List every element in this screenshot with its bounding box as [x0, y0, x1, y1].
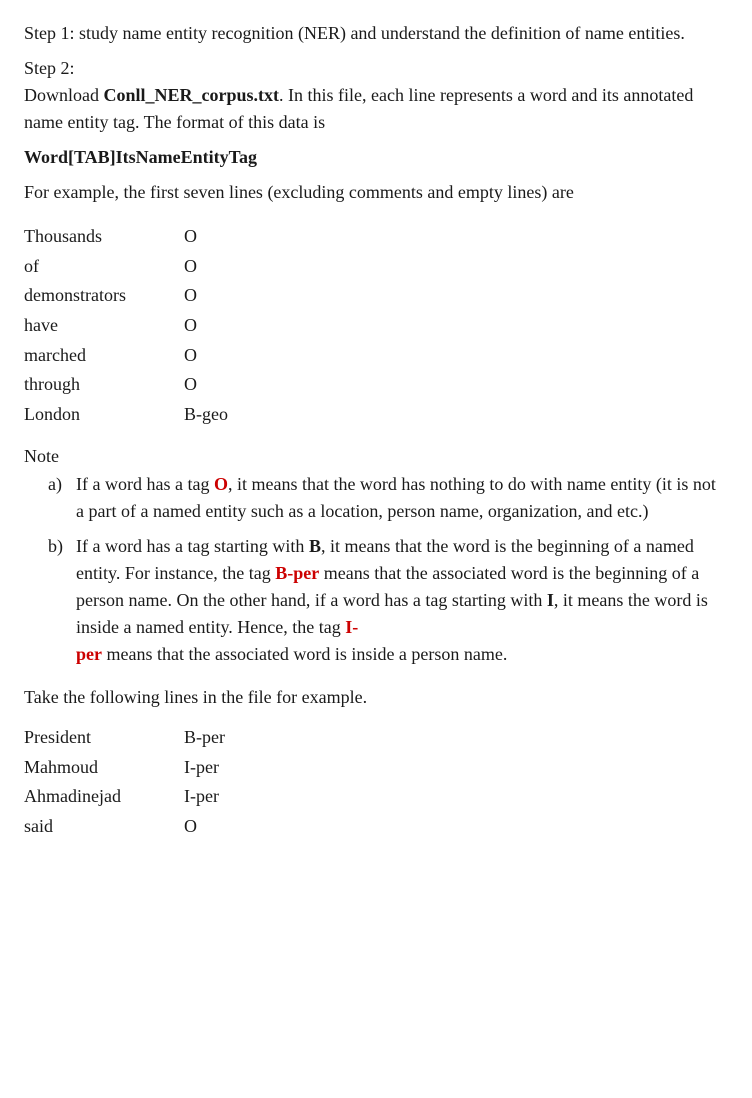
tag-iper-inline: I-per: [76, 617, 358, 664]
tag-cell: O: [184, 341, 197, 371]
example-intro: For example, the first seven lines (excl…: [24, 179, 728, 206]
tag-i-inline: I: [547, 590, 554, 610]
tag-cell: I-per: [184, 782, 219, 812]
note-item-b: b) If a word has a tag starting with B, …: [48, 533, 728, 668]
table-row: demonstratorsO: [24, 281, 728, 311]
tag-cell: I-per: [184, 753, 219, 783]
table-row: haveO: [24, 311, 728, 341]
word-cell: have: [24, 311, 184, 341]
take-line-text: Take the following lines in the file for…: [24, 684, 728, 711]
note-item-a: a) If a word has a tag O, it means that …: [48, 471, 728, 525]
tag-cell: O: [184, 281, 197, 311]
word-cell: said: [24, 812, 184, 842]
tag-bper-inline: B-per: [275, 563, 319, 583]
note-title: Note: [24, 446, 728, 467]
first-example-table: ThousandsOofOdemonstratorsOhaveOmarchedO…: [24, 222, 728, 430]
tag-cell: O: [184, 812, 197, 842]
step2-paragraph: Step 2: Download Conll_NER_corpus.txt. I…: [24, 55, 728, 136]
note-section: Note a) If a word has a tag O, it means …: [24, 446, 728, 668]
format-line: Word[TAB]ItsNameEntityTag: [24, 144, 728, 171]
note-text-a: If a word has a tag O, it means that the…: [76, 471, 728, 525]
table-row: throughO: [24, 370, 728, 400]
table-row: PresidentB-per: [24, 723, 728, 753]
word-cell: Mahmoud: [24, 753, 184, 783]
word-cell: Thousands: [24, 222, 184, 252]
table-row: saidO: [24, 812, 728, 842]
note-items: a) If a word has a tag O, it means that …: [24, 471, 728, 668]
word-cell: marched: [24, 341, 184, 371]
step1-text: Step 1: study name entity recognition (N…: [24, 20, 728, 47]
table-row: LondonB-geo: [24, 400, 728, 430]
word-cell: Ahmadinejad: [24, 782, 184, 812]
note-text-b: If a word has a tag starting with B, it …: [76, 533, 728, 668]
table-row: MahmoudI-per: [24, 753, 728, 783]
table-row: AhmadinejadI-per: [24, 782, 728, 812]
main-content: Step 1: study name entity recognition (N…: [24, 20, 728, 842]
tag-o-inline: O: [214, 474, 228, 494]
tag-cell: O: [184, 252, 197, 282]
word-cell: demonstrators: [24, 281, 184, 311]
tag-cell: B-geo: [184, 400, 228, 430]
table-row: ofO: [24, 252, 728, 282]
word-cell: President: [24, 723, 184, 753]
tag-b-inline: B: [309, 536, 321, 556]
filename: Conll_NER_corpus.txt: [104, 85, 280, 105]
format-text: Word[TAB]ItsNameEntityTag: [24, 147, 257, 167]
tag-cell: O: [184, 222, 197, 252]
tag-cell: O: [184, 311, 197, 341]
word-cell: through: [24, 370, 184, 400]
note-label-a: a): [48, 471, 76, 525]
tag-cell: B-per: [184, 723, 225, 753]
word-cell: London: [24, 400, 184, 430]
second-example-table: PresidentB-perMahmoudI-perAhmadinejadI-p…: [24, 723, 728, 842]
table-row: marchedO: [24, 341, 728, 371]
table-row: ThousandsO: [24, 222, 728, 252]
word-cell: of: [24, 252, 184, 282]
note-label-b: b): [48, 533, 76, 668]
tag-cell: O: [184, 370, 197, 400]
